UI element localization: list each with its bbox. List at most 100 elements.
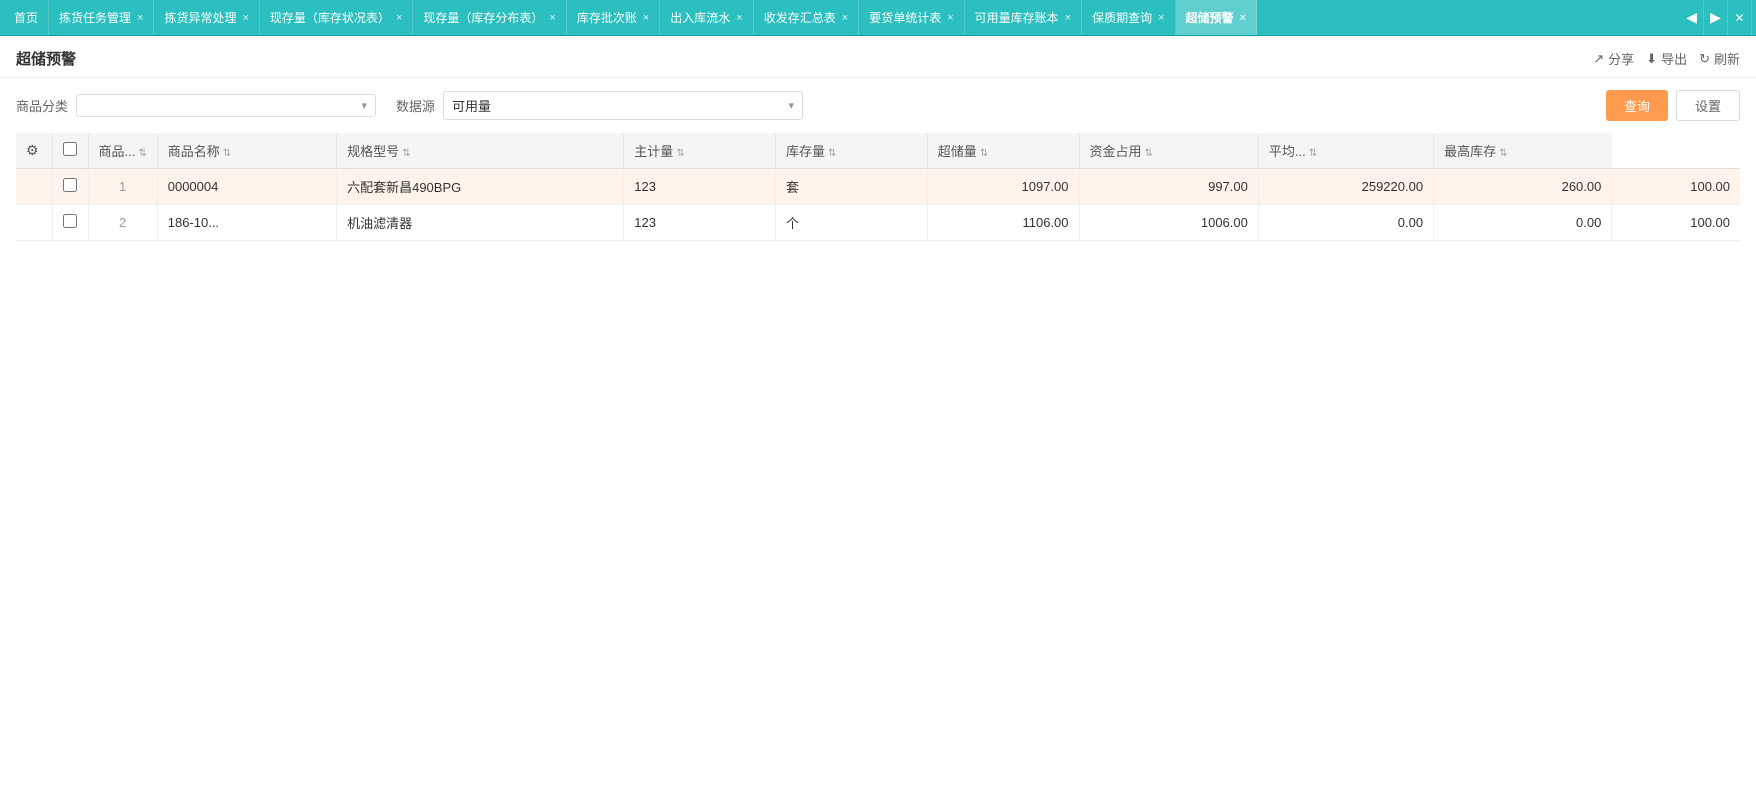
select-all-checkbox[interactable] — [63, 142, 77, 156]
nav-tab-available-ledger[interactable]: 可用量库存账本 × — [965, 0, 1082, 36]
sort-icon-product-code[interactable]: ⇅ — [138, 148, 146, 159]
nav-tab-task-mgmt[interactable]: 拣货任务管理× — [49, 0, 154, 36]
sort-icon-capital[interactable]: ⇅ — [1145, 148, 1153, 159]
col-header-product-name[interactable]: 商品名称⇅ — [157, 133, 336, 169]
export-icon: ⬇ — [1646, 51, 1657, 67]
nav-tab-overstock-alert[interactable]: 超储预警× — [1176, 0, 1257, 36]
row-cell-stock: 1097.00 — [927, 169, 1079, 205]
col-label-avg: 平均... — [1269, 144, 1306, 159]
col-header-max-stock[interactable]: 最高库存⇅ — [1434, 133, 1612, 169]
row-cell-product-name: 六配套新昌490BPG — [337, 169, 624, 205]
share-icon: ↗ — [1593, 51, 1604, 67]
datasource-label: 数据源 — [396, 96, 435, 115]
settings-gear-icon[interactable]: ⚙ — [26, 142, 39, 158]
filter-actions: 查询 设置 — [1606, 90, 1740, 121]
export-button[interactable]: ⬇ 导出 — [1646, 49, 1687, 68]
col-header-stock[interactable]: 库存量⇅ — [776, 133, 928, 169]
nav-close-all[interactable]: ✕ — [1728, 0, 1752, 36]
header-actions: ↗ 分享 ⬇ 导出 ↻ 刷新 — [1593, 49, 1740, 68]
nav-tab-label-inventory-status: 现存量（库存状况表） — [270, 9, 390, 26]
sort-icon-overstock[interactable]: ⇅ — [980, 148, 988, 159]
row-select-checkbox[interactable] — [63, 178, 77, 192]
nav-tab-close-abnormal[interactable]: × — [242, 12, 248, 24]
table-row: 10000004六配套新昌490BPG123套1097.00997.002592… — [16, 169, 1740, 205]
row-cell-capital: 259220.00 — [1258, 169, 1433, 205]
category-label: 商品分类 — [16, 96, 68, 115]
nav-tab-close-inventory-status[interactable]: × — [396, 12, 402, 24]
col-header-overstock[interactable]: 超储量⇅ — [927, 133, 1079, 169]
top-nav: 首页拣货任务管理×拣货异常处理×现存量（库存状况表）×现存量（库存分布表）×库存… — [0, 0, 1756, 36]
nav-tab-close-collect-summary[interactable]: × — [842, 12, 848, 24]
nav-tab-close-batch-account[interactable]: × — [643, 12, 649, 24]
col-header-gear[interactable]: ⚙ — [16, 133, 52, 169]
sort-icon-product-name[interactable]: ⇅ — [223, 148, 231, 159]
nav-tab-expiry-check[interactable]: 保质期查询 × — [1082, 0, 1175, 36]
query-button[interactable]: 查询 — [1606, 90, 1668, 121]
nav-tab-collect-summary[interactable]: 收发存汇总表× — [754, 0, 859, 36]
nav-tab-close-inventory-dist[interactable]: × — [549, 12, 555, 24]
nav-tab-label-expiry-check: 保质期查询 — [1092, 9, 1152, 26]
table-header: ⚙商品...⇅商品名称⇅规格型号⇅主计量⇅库存量⇅超储量⇅资金占用⇅平均...⇅… — [16, 133, 1740, 169]
nav-tab-label-abnormal: 拣货异常处理 — [164, 9, 236, 26]
sort-icon-max-stock[interactable]: ⇅ — [1499, 148, 1507, 159]
nav-tab-label-order-stats: 要货单统计表 — [869, 9, 941, 26]
row-cell-avg: 260.00 — [1434, 169, 1612, 205]
col-label-capital: 资金占用 — [1090, 144, 1142, 159]
row-select-checkbox[interactable] — [63, 214, 77, 228]
row-cell-avg: 0.00 — [1434, 205, 1612, 241]
row-checkbox-cell — [52, 205, 88, 241]
row-cell-unit: 个 — [776, 205, 928, 241]
nav-tab-order-stats[interactable]: 要货单统计表 × — [859, 0, 964, 36]
nav-arrow-right[interactable]: ▶ — [1704, 0, 1728, 36]
row-index-cell: 1 — [88, 169, 157, 205]
category-filter-item: 商品分类 ▾ — [16, 94, 376, 117]
nav-tab-label-batch-account: 库存批次账 — [577, 9, 637, 26]
category-chevron-icon: ▾ — [361, 99, 367, 112]
table-body: 10000004六配套新昌490BPG123套1097.00997.002592… — [16, 169, 1740, 241]
row-cell-unit: 套 — [776, 169, 928, 205]
datasource-select[interactable]: 可用量 ▾ — [443, 91, 803, 120]
col-header-capital[interactable]: 资金占用⇅ — [1079, 133, 1258, 169]
category-select[interactable]: ▾ — [76, 94, 376, 117]
nav-tab-inventory-dist[interactable]: 现存量（库存分布表） × — [413, 0, 566, 36]
row-cell-overstock: 1006.00 — [1079, 205, 1258, 241]
col-label-stock: 库存量 — [786, 144, 825, 159]
nav-tab-close-expiry-check[interactable]: × — [1158, 12, 1164, 24]
nav-tab-close-order-stats[interactable]: × — [947, 12, 953, 24]
nav-tab-label-home: 首页 — [14, 9, 38, 26]
nav-tab-label-inventory-dist: 现存量（库存分布表） — [423, 9, 543, 26]
sort-icon-spec[interactable]: ⇅ — [402, 148, 410, 159]
col-header-avg[interactable]: 平均...⇅ — [1258, 133, 1433, 169]
nav-tab-inout-flow[interactable]: 出入库流水× — [660, 0, 753, 36]
share-button[interactable]: ↗ 分享 — [1593, 49, 1634, 68]
col-header-spec[interactable]: 规格型号⇅ — [337, 133, 624, 169]
nav-tab-batch-account[interactable]: 库存批次账 × — [567, 0, 660, 36]
nav-tab-close-inout-flow[interactable]: × — [736, 12, 742, 24]
row-gear-cell — [16, 205, 52, 241]
nav-tab-close-task-mgmt[interactable]: × — [137, 12, 143, 24]
sort-icon-unit[interactable]: ⇅ — [676, 148, 684, 159]
row-cell-product-code: 186-10... — [157, 205, 336, 241]
col-label-overstock: 超储量 — [938, 144, 977, 159]
nav-tab-home[interactable]: 首页 — [4, 0, 49, 36]
refresh-icon: ↻ — [1699, 51, 1710, 67]
sort-icon-avg[interactable]: ⇅ — [1309, 148, 1317, 159]
col-header-checkbox[interactable] — [52, 133, 88, 169]
refresh-button[interactable]: ↻ 刷新 — [1699, 49, 1740, 68]
col-header-unit[interactable]: 主计量⇅ — [624, 133, 776, 169]
filter-bar: 商品分类 ▾ 数据源 可用量 ▾ 查询 设置 — [0, 78, 1756, 133]
settings-button[interactable]: 设置 — [1676, 90, 1740, 121]
nav-tab-label-available-ledger: 可用量库存账本 — [975, 9, 1059, 26]
col-label-product-name: 商品名称 — [168, 144, 220, 159]
nav-arrow-left[interactable]: ◀ — [1680, 0, 1704, 36]
row-checkbox-cell — [52, 169, 88, 205]
col-header-product-code[interactable]: 商品...⇅ — [88, 133, 157, 169]
row-index-cell: 2 — [88, 205, 157, 241]
row-cell-max-stock: 100.00 — [1612, 169, 1740, 205]
row-gear-cell — [16, 169, 52, 205]
sort-icon-stock[interactable]: ⇅ — [828, 148, 836, 159]
nav-tab-close-available-ledger[interactable]: × — [1065, 12, 1071, 24]
nav-tab-inventory-status[interactable]: 现存量（库存状况表） × — [260, 0, 413, 36]
nav-tab-abnormal[interactable]: 拣货异常处理 × — [154, 0, 259, 36]
nav-tab-close-overstock-alert[interactable]: × — [1240, 12, 1246, 24]
